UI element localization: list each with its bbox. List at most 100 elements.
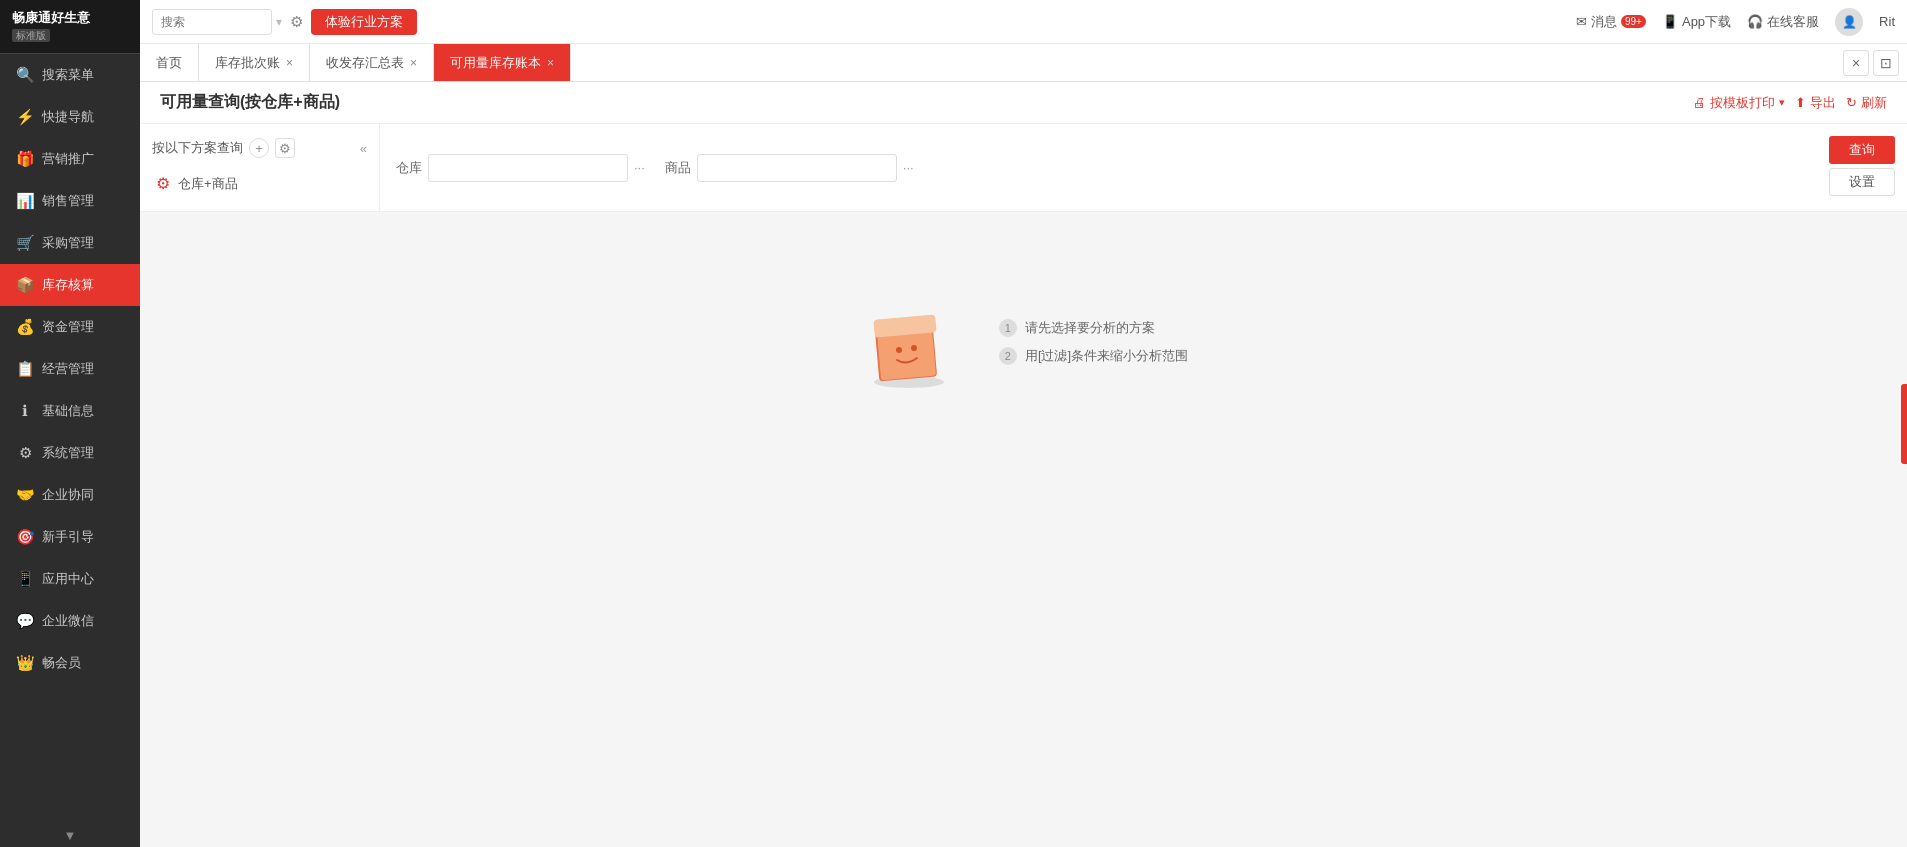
search-input[interactable] <box>152 9 272 35</box>
warehouse-input[interactable] <box>428 154 628 182</box>
sidebar-item-畅会员[interactable]: 👑畅会员 <box>0 642 140 684</box>
settings-btn[interactable]: 设置 <box>1829 168 1895 196</box>
main-content: ▾ ⚙ 体验行业方案 ✉ 消息 99+ 📱 App下载 🎧 在线客服 👤 Rit <box>140 0 1907 847</box>
settings-scheme-btn[interactable]: ⚙ <box>275 138 295 158</box>
sidebar-item-icon: 👑 <box>16 654 34 672</box>
hint-text-1: 请先选择要分析的方案 <box>1025 319 1155 337</box>
query-fields: 仓库 ··· 商品 ··· <box>380 124 1817 211</box>
collapse-scheme-btn[interactable]: « <box>360 141 367 156</box>
avatar[interactable]: 👤 <box>1835 8 1863 36</box>
username: Rit <box>1879 14 1895 29</box>
print-icon: 🖨 <box>1693 95 1706 110</box>
sidebar-item-icon: 🎁 <box>16 150 34 168</box>
sidebar-item-label: 系统管理 <box>42 444 94 462</box>
export-label: 导出 <box>1810 94 1836 112</box>
sidebar-item-企业微信[interactable]: 💬企业微信 <box>0 600 140 642</box>
headset-icon: 🎧 <box>1747 14 1763 29</box>
scheme-header: 按以下方案查询 + ⚙ « <box>140 134 379 166</box>
resize-tab-btn[interactable]: ⊡ <box>1873 50 1899 76</box>
gear-icon[interactable]: ⚙ <box>290 13 303 31</box>
app-download-btn[interactable]: 📱 App下载 <box>1662 13 1731 31</box>
phone-icon: 📱 <box>1662 14 1678 29</box>
online-service-btn[interactable]: 🎧 在线客服 <box>1747 13 1819 31</box>
sidebar-item-icon: 💬 <box>16 612 34 630</box>
tab-actions: × ⊡ <box>1835 44 1907 81</box>
sidebar-nav: 🔍搜索菜单⚡快捷导航🎁营销推广 📊 销售管理 🛒采购管理📦库存核算💰资金管理📋经营管理… <box>0 54 140 824</box>
refresh-label: 刷新 <box>1861 94 1887 112</box>
sidebar-item-快捷导航[interactable]: ⚡快捷导航 <box>0 96 140 138</box>
product-field: 商品 ··· <box>665 154 914 182</box>
print-dropdown-icon: ▾ <box>1779 96 1785 109</box>
sidebar-item-icon: 📊 <box>16 192 34 210</box>
close-tab-btn[interactable]: × <box>1843 50 1869 76</box>
sidebar-item-应用中心[interactable]: 📱应用中心 <box>0 558 140 600</box>
tab-close-btn[interactable]: × <box>286 56 293 70</box>
empty-state: 1 请先选择要分析的方案 2 用[过滤]条件来缩小分析范围 <box>140 212 1907 472</box>
sidebar-item-库存核算[interactable]: 📦库存核算 <box>0 264 140 306</box>
message-btn[interactable]: ✉ 消息 99+ <box>1576 13 1646 31</box>
query-btn[interactable]: 查询 <box>1829 136 1895 164</box>
tab-可用量库存账本[interactable]: 可用量库存账本× <box>434 44 571 81</box>
refresh-icon: ↻ <box>1846 95 1857 110</box>
sidebar-item-icon: 🎯 <box>16 528 34 546</box>
sidebar-item-label: 销售管理 <box>42 192 94 210</box>
sidebar-item-销售管理[interactable]: 📊 销售管理 <box>0 180 140 222</box>
page-title: 可用量查询(按仓库+商品) <box>160 92 340 113</box>
sidebar-item-采购管理[interactable]: 🛒采购管理 <box>0 222 140 264</box>
tab-收发存汇总表[interactable]: 收发存汇总表 × <box>310 44 434 81</box>
scheme-header-label: 按以下方案查询 <box>152 139 243 157</box>
sidebar-item-资金管理[interactable]: 💰资金管理 <box>0 306 140 348</box>
sidebar-item-企业协同[interactable]: 🤝企业协同 <box>0 474 140 516</box>
tabbar: 首页库存批次账×收发存汇总表×可用量库存账本× × ⊡ <box>140 44 1907 82</box>
refresh-btn[interactable]: ↻ 刷新 <box>1846 94 1887 112</box>
scheme-icon: ⚙ <box>156 174 170 193</box>
sidebar-item-icon: 🛒 <box>16 234 34 252</box>
tab-close-btn[interactable]: × <box>410 56 417 70</box>
empty-hints: 1 请先选择要分析的方案 2 用[过滤]条件来缩小分析范围 <box>999 319 1188 365</box>
tab-库存批次账[interactable]: 库存批次账 × <box>199 44 310 81</box>
tab-首页[interactable]: 首页 <box>140 44 199 81</box>
product-input[interactable] <box>697 154 897 182</box>
empty-state-content: 1 请先选择要分析的方案 2 用[过滤]条件来缩小分析范围 <box>859 292 1188 392</box>
tab-close-btn[interactable]: × <box>547 56 554 70</box>
sidebar-item-经营管理[interactable]: 📋经营管理 <box>0 348 140 390</box>
svg-point-5 <box>911 345 917 351</box>
warehouse-more-btn[interactable]: ··· <box>634 160 645 175</box>
sidebar-scroll-down[interactable]: ▼ <box>0 824 140 847</box>
content-area: 可用量查询(按仓库+商品) 🖨 按模板打印 ▾ ⬆ 导出 ↻ 刷新 <box>140 82 1907 847</box>
scheme-panel: 按以下方案查询 + ⚙ « ⚙ 仓库+商品 <box>140 124 380 211</box>
message-icon: ✉ <box>1576 14 1587 29</box>
scheme-item-warehouse-product[interactable]: ⚙ 仓库+商品 <box>140 166 379 201</box>
tab-label: 库存批次账 <box>215 54 280 72</box>
page-actions: 🖨 按模板打印 ▾ ⬆ 导出 ↻ 刷新 <box>1693 94 1887 112</box>
sidebar-item-icon: 📦 <box>16 276 34 294</box>
topbar: ▾ ⚙ 体验行业方案 ✉ 消息 99+ 📱 App下载 🎧 在线客服 👤 Rit <box>140 0 1907 44</box>
sidebar-item-营销推广[interactable]: 🎁营销推广 <box>0 138 140 180</box>
product-label: 商品 <box>665 159 691 177</box>
sidebar-item-label: 资金管理 <box>42 318 94 336</box>
add-scheme-btn[interactable]: + <box>249 138 269 158</box>
avatar-icon: 👤 <box>1842 15 1857 29</box>
sidebar-item-系统管理[interactable]: ⚙ 系统管理 <box>0 432 140 474</box>
warehouse-label: 仓库 <box>396 159 422 177</box>
product-more-btn[interactable]: ··· <box>903 160 914 175</box>
warehouse-field: 仓库 ··· <box>396 154 645 182</box>
trial-btn[interactable]: 体验行业方案 <box>311 9 417 35</box>
sidebar-item-基础信息[interactable]: ℹ基础信息 <box>0 390 140 432</box>
sidebar-item-icon: ⚙ <box>16 444 34 462</box>
print-btn[interactable]: 🖨 按模板打印 ▾ <box>1693 94 1785 112</box>
sidebar-item-新手引导[interactable]: 🎯新手引导 <box>0 516 140 558</box>
svg-point-4 <box>896 347 902 353</box>
hint-item-1: 1 请先选择要分析的方案 <box>999 319 1188 337</box>
scroll-indicator <box>1901 384 1907 464</box>
message-label: 消息 <box>1591 13 1617 31</box>
tab-label: 首页 <box>156 54 182 72</box>
scheme-item-label: 仓库+商品 <box>178 175 238 193</box>
export-btn[interactable]: ⬆ 导出 <box>1795 94 1836 112</box>
print-label: 按模板打印 <box>1710 94 1775 112</box>
sidebar-item-label: 基础信息 <box>42 402 94 420</box>
sidebar-item-搜索菜单[interactable]: 🔍搜索菜单 <box>0 54 140 96</box>
sidebar-item-icon: ⚡ <box>16 108 34 126</box>
dropdown-arrow-icon[interactable]: ▾ <box>276 15 282 29</box>
tab-label: 收发存汇总表 <box>326 54 404 72</box>
